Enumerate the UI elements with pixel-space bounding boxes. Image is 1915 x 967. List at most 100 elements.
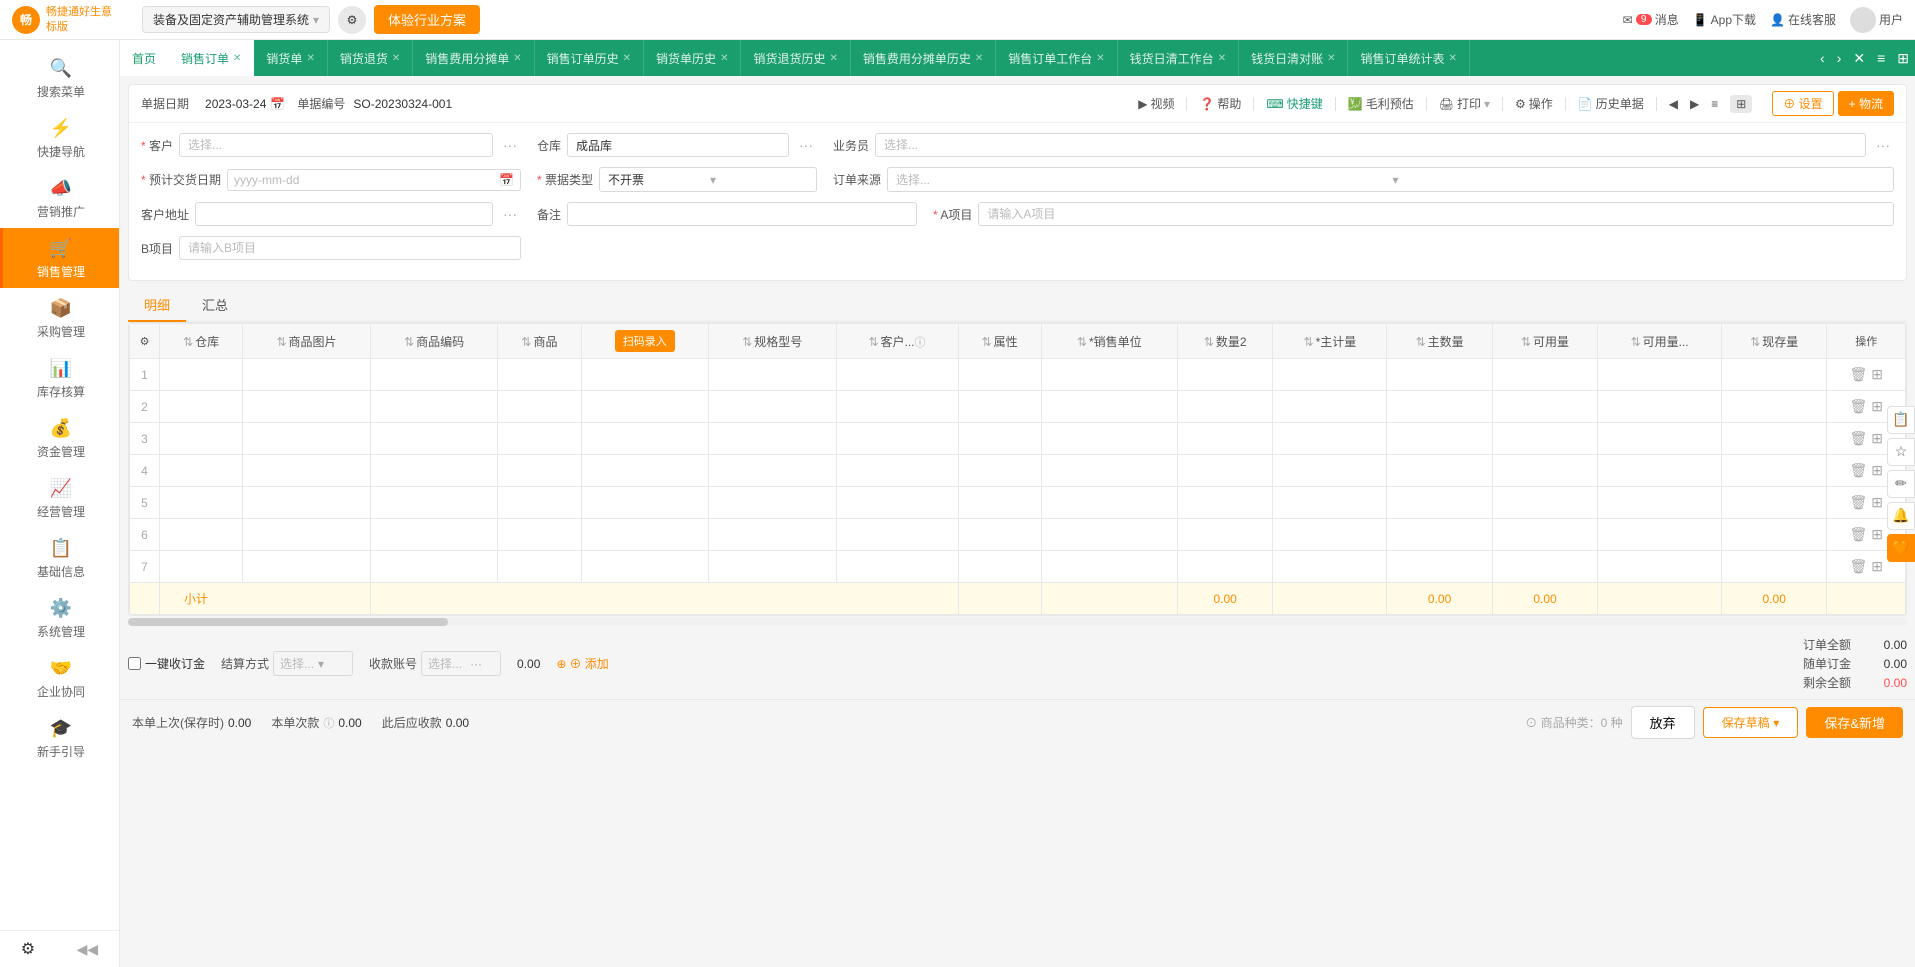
- customer-input[interactable]: [179, 133, 493, 157]
- sidebar-item-basic[interactable]: 📋 基础信息: [0, 528, 119, 588]
- tab-order-stats[interactable]: 销售订单统计表 ✕: [1348, 40, 1469, 76]
- note-input[interactable]: [567, 202, 917, 226]
- sidebar-item-purchase[interactable]: 📦 采购管理: [0, 288, 119, 348]
- rp-orange-btn[interactable]: 🧡: [1887, 534, 1915, 562]
- salesperson-dots[interactable]: ···: [1872, 137, 1894, 153]
- address-input[interactable]: [195, 202, 493, 226]
- toolbar-video[interactable]: ▶ 视频: [1138, 95, 1174, 112]
- tab-close-icon[interactable]: ✕: [1327, 53, 1335, 64]
- sidebar-item-newbie[interactable]: 🎓 新手引导: [0, 708, 119, 768]
- online-support-btn[interactable]: 👤 在线客服: [1770, 11, 1836, 28]
- tab-bill-history[interactable]: 销货单历史 ✕: [644, 40, 741, 76]
- one-click-checkbox[interactable]: [128, 657, 141, 670]
- tab-prev-btn[interactable]: ‹: [1814, 40, 1831, 76]
- row-delete-icon[interactable]: 🗑: [1849, 430, 1867, 447]
- row-delete-icon[interactable]: 🗑: [1849, 558, 1867, 575]
- toolbar-history[interactable]: 📄 历史单据: [1578, 95, 1644, 112]
- settlement-select[interactable]: 选择... ▾: [273, 651, 353, 676]
- sidebar-item-enterprise[interactable]: 🤝 企业协同: [0, 648, 119, 708]
- row-delete-icon[interactable]: 🗑: [1849, 462, 1867, 479]
- sidebar-item-finance[interactable]: 💰 资金管理: [0, 408, 119, 468]
- warehouse-dots[interactable]: ···: [795, 137, 817, 153]
- tab-close-icon[interactable]: ✕: [306, 53, 314, 64]
- tab-close-icon[interactable]: ✕: [1449, 53, 1457, 64]
- toolbar-profit[interactable]: 💹 毛利预估: [1348, 95, 1414, 112]
- system-title[interactable]: 装备及固定资产辅助管理系统 ▾: [142, 6, 330, 33]
- row-copy-icon[interactable]: ⊞: [1871, 494, 1883, 511]
- sidebar-collapse-icon[interactable]: ◀◀: [77, 941, 99, 958]
- row-delete-icon[interactable]: 🗑: [1849, 366, 1867, 383]
- sidebar-item-operations[interactable]: 📈 经营管理: [0, 468, 119, 528]
- sidebar-item-inventory[interactable]: 📊 库存核算: [0, 348, 119, 408]
- tab-next-btn[interactable]: ›: [1831, 40, 1848, 76]
- toolbar-list[interactable]: ≡: [1711, 97, 1718, 111]
- tab-expand-btn[interactable]: ⊞: [1891, 40, 1915, 76]
- toolbar-shortcut[interactable]: ⌨ 快捷键: [1266, 95, 1322, 112]
- scan-btn[interactable]: 扫码录入: [615, 330, 675, 352]
- toolbar-fullscreen[interactable]: ⊞: [1730, 95, 1752, 113]
- sidebar-item-sales[interactable]: 🛒 销售管理: [0, 228, 119, 288]
- warehouse-input[interactable]: [567, 133, 789, 157]
- sidebar-settings-icon[interactable]: ⚙: [21, 939, 35, 959]
- tab-cash-reconcile[interactable]: 钱货日清对账 ✕: [1239, 40, 1348, 76]
- settings-form-btn[interactable]: ⊕ 设置: [1772, 91, 1833, 116]
- tab-return-history[interactable]: 销货退货历史 ✕: [741, 40, 850, 76]
- tab-close-icon[interactable]: ✕: [1096, 53, 1104, 64]
- rp-bell-btn[interactable]: 🔔: [1887, 502, 1915, 530]
- tab-close-icon[interactable]: ✕: [720, 53, 728, 64]
- user-btn[interactable]: 用户: [1850, 7, 1903, 33]
- tab-close-icon[interactable]: ✕: [975, 53, 983, 64]
- settings-icon[interactable]: ⚙: [338, 6, 366, 34]
- tab-return[interactable]: 销货退货 ✕: [328, 40, 413, 76]
- row-delete-icon[interactable]: 🗑: [1849, 398, 1867, 415]
- calendar-icon[interactable]: 📅: [270, 97, 285, 111]
- customer-dots[interactable]: ···: [499, 137, 521, 153]
- sidebar-item-quicknav[interactable]: ⚡ 快捷导航: [0, 108, 119, 168]
- tab-expense[interactable]: 销售费用分摊单 ✕: [413, 40, 534, 76]
- tab-close-icon[interactable]: ✕: [392, 53, 400, 64]
- tab-close-icon[interactable]: ✕: [513, 53, 521, 64]
- rp-clipboard-btn[interactable]: 📋: [1887, 406, 1915, 434]
- row-copy-icon[interactable]: ⊞: [1871, 430, 1883, 447]
- solution-button[interactable]: 体验行业方案: [374, 5, 480, 34]
- tab-sales-bill[interactable]: 销货单 ✕: [254, 40, 327, 76]
- tab-menu-btn[interactable]: ≡: [1871, 40, 1891, 76]
- sidebar-item-search[interactable]: 🔍 搜索菜单: [0, 48, 119, 108]
- goods-form-btn[interactable]: + 物流: [1838, 91, 1894, 116]
- app-download-btn[interactable]: 📱 App下载: [1693, 11, 1756, 28]
- salesperson-input[interactable]: [875, 133, 1866, 157]
- tab-sales-order[interactable]: 销售订单 ✕: [169, 40, 254, 76]
- toolbar-next[interactable]: ▶: [1690, 97, 1699, 111]
- tab-order-workbench[interactable]: 销售订单工作台 ✕: [996, 40, 1117, 76]
- row-delete-icon[interactable]: 🗑: [1849, 494, 1867, 511]
- tab-cash-workbench[interactable]: 钱货日清工作台 ✕: [1118, 40, 1239, 76]
- subtab-summary[interactable]: 汇总: [186, 289, 244, 322]
- toolbar-print[interactable]: 🖨 打印 ▾: [1439, 95, 1490, 112]
- delivery-date-text[interactable]: [234, 173, 495, 187]
- account-select[interactable]: 选择... ···: [421, 651, 501, 676]
- subtab-detail[interactable]: 明细: [128, 289, 186, 322]
- save-draft-button[interactable]: 保存草稿 ▾: [1703, 707, 1799, 738]
- debit-info-icon[interactable]: ⓘ: [323, 715, 334, 731]
- order-source-select[interactable]: 选择... ▾: [887, 167, 1894, 192]
- tab-close-icon[interactable]: ✕: [829, 53, 837, 64]
- th-settings[interactable]: ⚙: [130, 324, 160, 359]
- toolbar-help[interactable]: ❓ 帮助: [1199, 95, 1241, 112]
- one-click-label[interactable]: 一键收订金: [128, 655, 205, 672]
- a-project-input[interactable]: [978, 202, 1894, 226]
- row-delete-icon[interactable]: 🗑: [1849, 526, 1867, 543]
- row-copy-icon[interactable]: ⊞: [1871, 366, 1883, 383]
- tab-expense-history[interactable]: 销售费用分摊单历史 ✕: [851, 40, 996, 76]
- row-copy-icon[interactable]: ⊞: [1871, 526, 1883, 543]
- b-project-input[interactable]: [179, 236, 521, 260]
- tab-home[interactable]: 首页: [120, 40, 169, 76]
- row-copy-icon[interactable]: ⊞: [1871, 462, 1883, 479]
- tab-close-all-btn[interactable]: ✕: [1847, 40, 1871, 76]
- add-btn[interactable]: ⊕ ⊕ 添加: [556, 655, 608, 672]
- row-copy-icon[interactable]: ⊞: [1871, 398, 1883, 415]
- messages-btn[interactable]: ✉ 9 消息: [1623, 11, 1679, 28]
- sidebar-item-system[interactable]: ⚙️ 系统管理: [0, 588, 119, 648]
- rp-edit-btn[interactable]: ✏: [1887, 470, 1915, 498]
- toolbar-prev[interactable]: ◀: [1669, 97, 1678, 111]
- table-scrollbar[interactable]: [128, 618, 1907, 626]
